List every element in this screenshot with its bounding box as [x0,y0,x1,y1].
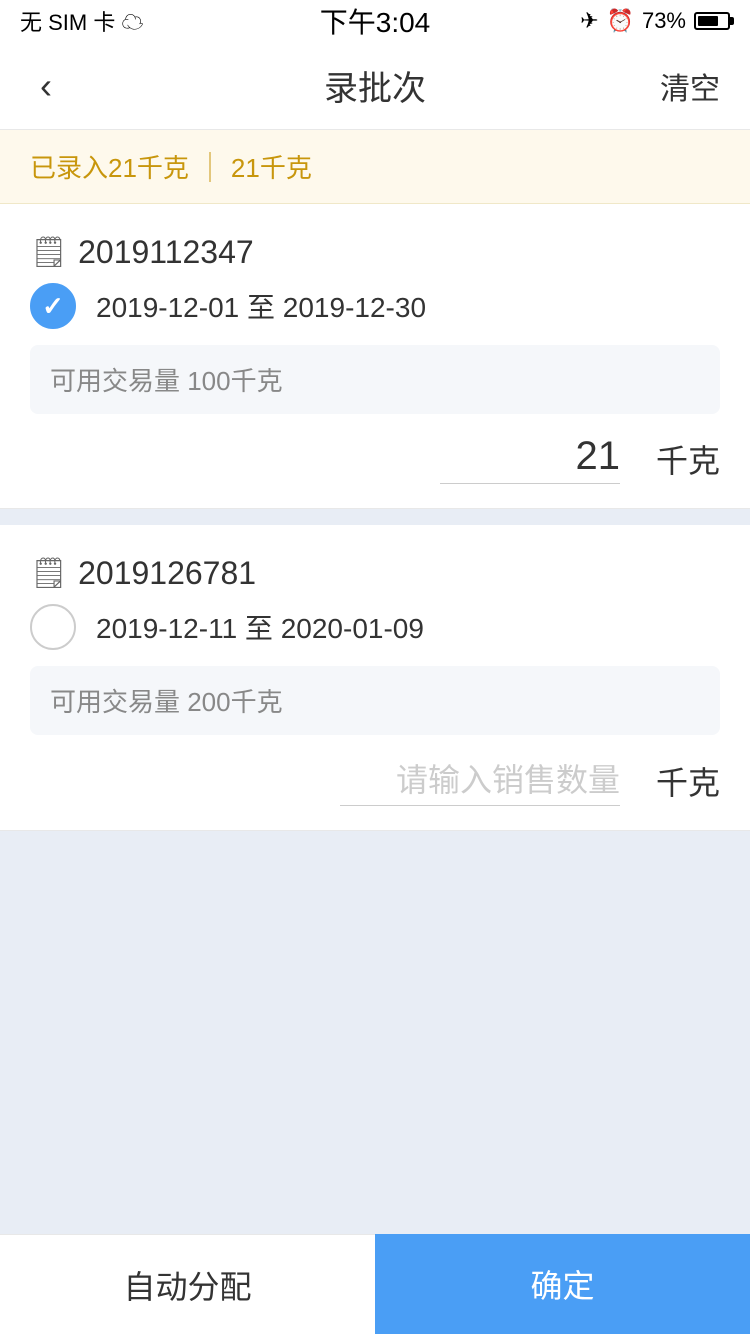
batch-2-available: 可用交易量 200千克 [30,666,720,735]
batch-2-date-row: 2019-12-11 至 2020-01-09 [30,604,720,650]
batch-1-date-row: ✓ 2019-12-01 至 2019-12-30 [30,283,720,329]
battery-icon [694,12,730,30]
batch-2-radio[interactable] [30,604,76,650]
battery-percent: 73% [642,8,686,34]
batch-2-header: 🗒 2019126781 [30,555,720,592]
batch-2-id: 2019126781 [78,555,256,592]
page-title: 录批次 [324,61,426,110]
batch-2-doc-icon: 🗒 [30,556,68,591]
empty-area [0,847,750,1287]
clear-button[interactable]: 清空 [660,64,720,108]
confirm-button[interactable]: 确定 [375,1234,750,1334]
recorded-label: 已录入21千克 [30,148,189,185]
status-right: ✈ ⏰ 73% [580,8,730,34]
info-banner: 已录入21千克 21千克 [0,130,750,204]
batch-1-unit: 千克 [656,436,720,482]
bottom-buttons: 自动分配 确定 [0,1234,750,1334]
back-button[interactable]: ‹ [30,55,62,117]
location-icon: ✈ [580,8,598,34]
batch-1-id: 2019112347 [78,234,254,271]
section-separator-1 [0,509,750,525]
batch-card-1: 🗒 2019112347 ✓ 2019-12-01 至 2019-12-30 可… [0,204,750,414]
batch-1-available: 可用交易量 100千克 [30,345,720,414]
amount-label: 21千克 [231,148,312,185]
batch-2-quantity-row: 请输入销售数量 千克 [0,735,750,831]
sim-status: 无 SIM 卡 ☁ [20,5,143,37]
batch-1-date: 2019-12-01 至 2019-12-30 [96,286,426,326]
status-time: 下午3:04 [320,1,431,41]
check-icon: ✓ [42,291,64,322]
batch-1-quantity-value[interactable]: 21 [575,434,620,479]
nav-bar: ‹ 录批次 清空 [0,42,750,130]
batch-1-header: 🗒 2019112347 [30,234,720,271]
status-bar: 无 SIM 卡 ☁ 下午3:04 ✈ ⏰ 73% [0,0,750,42]
batch-1-doc-icon: 🗒 [30,235,68,270]
alarm-icon: ⏰ [607,8,634,34]
batch-card-2: 🗒 2019126781 2019-12-11 至 2020-01-09 可用交… [0,525,750,735]
auto-distribute-button[interactable]: 自动分配 [0,1234,375,1334]
section-separator-2 [0,831,750,847]
batch-1-quantity-row: 21 千克 [0,414,750,509]
batch-2-unit: 千克 [656,758,720,804]
info-divider [209,152,211,182]
batch-2-quantity-underline [340,805,620,806]
batch-1-radio[interactable]: ✓ [30,283,76,329]
batch-2-quantity-placeholder[interactable]: 请输入销售数量 [396,755,620,801]
status-left: 无 SIM 卡 ☁ [20,5,143,37]
batch-2-date: 2019-12-11 至 2020-01-09 [96,607,424,647]
batch-1-quantity-underline [440,483,620,484]
